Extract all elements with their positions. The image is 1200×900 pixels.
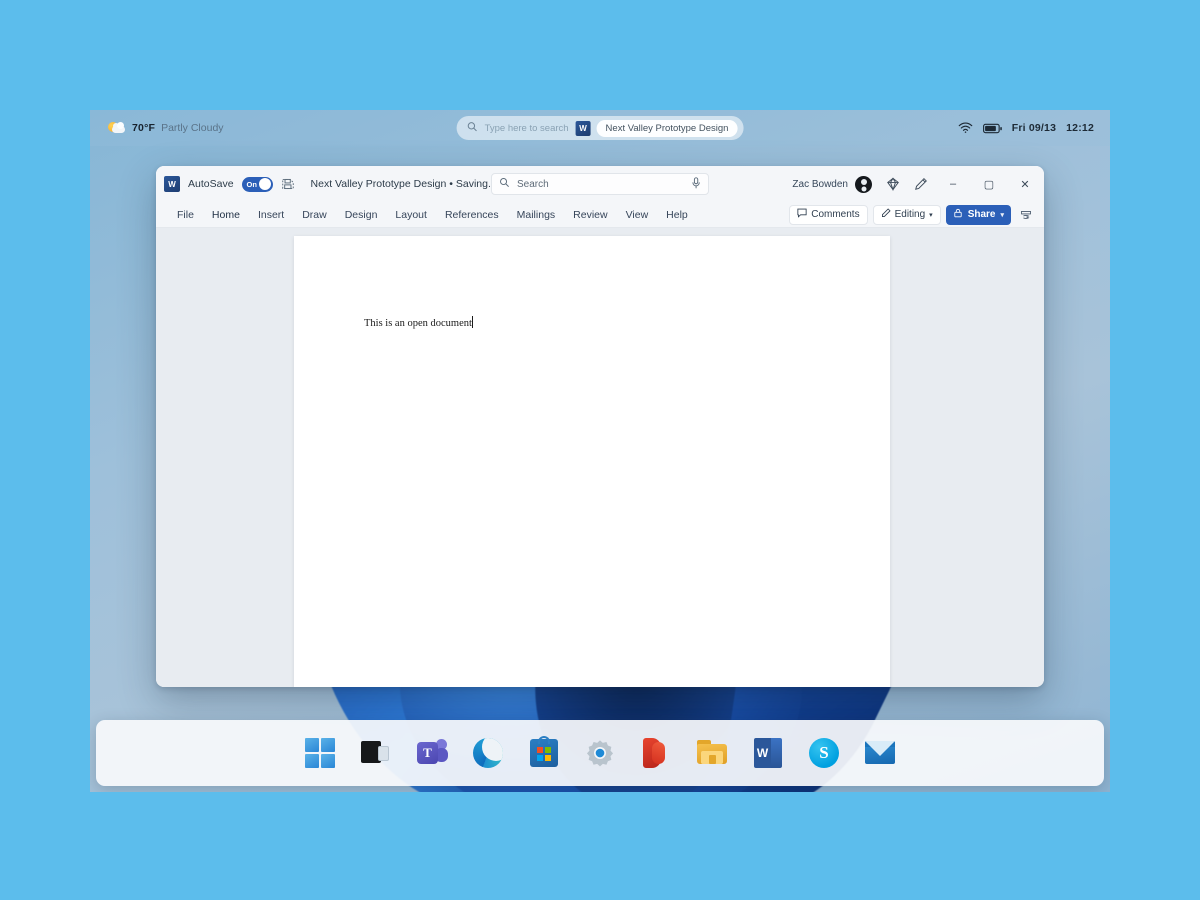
document-body-text-value: This is an open document bbox=[364, 318, 472, 329]
shell-search-doc-pill[interactable]: W Next Valley Prototype Design bbox=[575, 119, 738, 137]
word-search-placeholder: Search bbox=[517, 178, 549, 190]
search-icon bbox=[467, 121, 478, 135]
mail-button[interactable] bbox=[863, 736, 897, 770]
tab-help[interactable]: Help bbox=[657, 206, 697, 224]
tab-design[interactable]: Design bbox=[336, 206, 387, 224]
toggle-knob bbox=[259, 178, 272, 190]
skype-button[interactable]: S bbox=[807, 736, 841, 770]
shell-search-area: Type here to search W Next Valley Protot… bbox=[456, 116, 744, 140]
tab-draw[interactable]: Draw bbox=[293, 206, 336, 224]
tab-review[interactable]: Review bbox=[564, 206, 616, 224]
tray-time[interactable]: 12:12 bbox=[1066, 122, 1094, 134]
microsoft-edge-icon bbox=[473, 738, 503, 768]
word-app-icon: W bbox=[575, 120, 591, 136]
document-canvas[interactable]: This is an open document bbox=[156, 228, 1044, 687]
comment-icon bbox=[797, 208, 807, 221]
weather-temperature: 70°F bbox=[132, 122, 156, 134]
chevron-down-icon: ▾ bbox=[929, 211, 933, 219]
battery-icon[interactable] bbox=[982, 123, 1002, 134]
microsoft-teams-icon: T bbox=[416, 738, 448, 768]
shell-top-bar: 70°F Partly Cloudy Type here to search W… bbox=[90, 110, 1110, 146]
settings-gear-icon bbox=[585, 738, 615, 768]
search-icon bbox=[499, 177, 510, 191]
autosave-label: AutoSave bbox=[188, 178, 234, 190]
text-caret bbox=[471, 316, 473, 328]
word-app-icon: W bbox=[164, 176, 180, 192]
tab-home[interactable]: Home bbox=[203, 206, 249, 224]
document-page[interactable]: This is an open document bbox=[294, 236, 890, 687]
document-title[interactable]: Next Valley Prototype Design • Saving...… bbox=[311, 178, 507, 190]
tab-insert[interactable]: Insert bbox=[249, 206, 293, 224]
teams-button[interactable]: T bbox=[415, 736, 449, 770]
wifi-icon[interactable] bbox=[958, 122, 973, 134]
system-tray: Fri 09/13 12:12 bbox=[958, 110, 1094, 146]
avatar[interactable] bbox=[855, 175, 872, 193]
autosave-state: On bbox=[246, 179, 257, 189]
word-letter: W bbox=[754, 738, 771, 768]
document-title-text: Next Valley Prototype Design • Saving... bbox=[310, 178, 497, 190]
desktop: 70°F Partly Cloudy Type here to search W… bbox=[90, 110, 1110, 792]
shell-search-placeholder: Type here to search bbox=[484, 122, 569, 134]
editing-label: Editing bbox=[894, 209, 926, 220]
autosave-toggle[interactable]: On bbox=[241, 176, 273, 192]
word-title-left: W AutoSave On Next Valley Prototype Desi… bbox=[164, 176, 507, 192]
microsoft-word-icon: W bbox=[754, 738, 782, 768]
tab-references[interactable]: References bbox=[436, 206, 508, 224]
teams-letter: T bbox=[417, 742, 438, 764]
shell-search-box[interactable]: Type here to search W Next Valley Protot… bbox=[456, 116, 744, 140]
comments-label: Comments bbox=[811, 209, 860, 220]
windows-logo-icon bbox=[305, 738, 335, 768]
mail-envelope-icon bbox=[865, 741, 895, 764]
share-label: Share bbox=[967, 209, 996, 220]
share-lock-icon bbox=[953, 208, 963, 221]
settings-button[interactable] bbox=[583, 736, 617, 770]
copilot-diamond-icon[interactable] bbox=[880, 171, 906, 197]
editing-mode-button[interactable]: Editing ▾ bbox=[872, 204, 941, 225]
skype-icon: S bbox=[809, 738, 839, 768]
tab-mailings[interactable]: Mailings bbox=[508, 206, 565, 224]
pen-icon[interactable] bbox=[908, 171, 934, 197]
tab-layout[interactable]: Layout bbox=[386, 206, 436, 224]
maximize-button[interactable]: ▢ bbox=[972, 169, 1006, 199]
tab-file[interactable]: File bbox=[168, 206, 203, 224]
tray-date[interactable]: Fri 09/13 bbox=[1012, 122, 1056, 134]
chevron-down-icon: ▾ bbox=[1000, 211, 1004, 219]
account-user-name[interactable]: Zac Bowden bbox=[792, 179, 848, 190]
file-explorer-folder-icon bbox=[697, 740, 727, 766]
comments-button[interactable]: Comments bbox=[789, 204, 868, 225]
word-button[interactable]: W bbox=[751, 736, 785, 770]
tab-view[interactable]: View bbox=[617, 206, 658, 224]
word-title-bar: W AutoSave On Next Valley Prototype Desi… bbox=[156, 166, 1044, 202]
ribbon-display-options-icon[interactable] bbox=[1016, 209, 1036, 221]
document-body-text[interactable]: This is an open document bbox=[364, 316, 473, 329]
pencil-icon bbox=[881, 208, 891, 221]
ribbon-right-actions: Comments Editing ▾ Share ▾ bbox=[789, 204, 1044, 225]
sun-behind-cloud-icon bbox=[108, 121, 126, 136]
shell-search-doc-label: Next Valley Prototype Design bbox=[596, 119, 738, 137]
save-icon[interactable] bbox=[281, 177, 295, 191]
microphone-icon[interactable] bbox=[691, 176, 701, 192]
store-button[interactable] bbox=[527, 736, 561, 770]
edge-button[interactable] bbox=[471, 736, 505, 770]
taskbar: T W S bbox=[96, 720, 1104, 786]
ribbon-tab-strip: File Home Insert Draw Design Layout Refe… bbox=[156, 202, 1044, 228]
start-button[interactable] bbox=[303, 736, 337, 770]
weather-condition: Partly Cloudy bbox=[161, 122, 224, 134]
word-search-box[interactable]: Search bbox=[491, 173, 709, 195]
word-title-right: Zac Bowden – ▢ ✕ bbox=[792, 169, 1044, 199]
minimize-button[interactable]: – bbox=[936, 169, 970, 199]
file-explorer-button[interactable] bbox=[695, 736, 729, 770]
task-view-icon bbox=[361, 739, 391, 767]
share-button[interactable]: Share ▾ bbox=[945, 204, 1011, 225]
weather-widget[interactable]: 70°F Partly Cloudy bbox=[108, 121, 224, 136]
close-button[interactable]: ✕ bbox=[1008, 169, 1042, 199]
word-window: W AutoSave On Next Valley Prototype Desi… bbox=[156, 166, 1044, 687]
office-button[interactable] bbox=[639, 736, 673, 770]
task-view-button[interactable] bbox=[359, 736, 393, 770]
microsoft-store-icon bbox=[530, 736, 558, 767]
microsoft-office-icon bbox=[643, 738, 669, 768]
